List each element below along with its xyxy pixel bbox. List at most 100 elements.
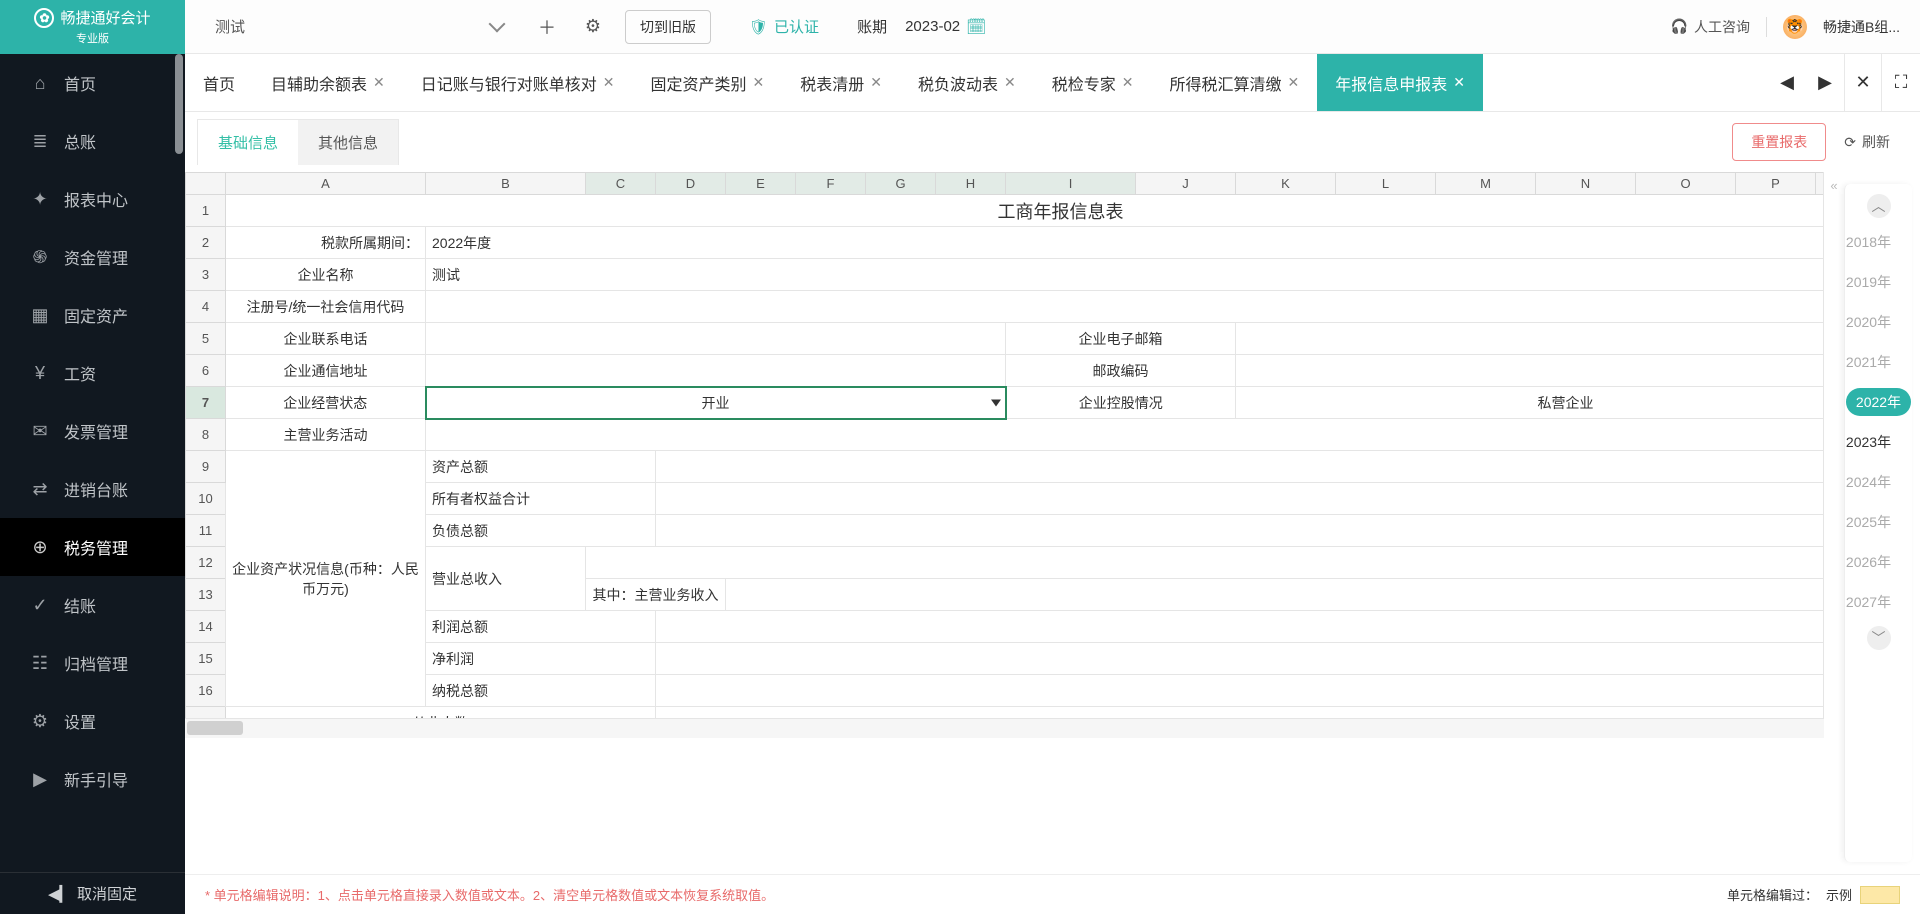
col-header-N[interactable]: N — [1536, 173, 1636, 195]
col-header-P[interactable]: P — [1736, 173, 1816, 195]
row-header[interactable]: 7 — [186, 387, 226, 419]
tab-2[interactable]: 日记账与银行对账单核对✕ — [403, 54, 633, 111]
value-owner-equity[interactable] — [656, 483, 1825, 515]
col-header-M[interactable]: M — [1436, 173, 1536, 195]
sidebar-item-12[interactable]: ▶新手引导 — [0, 750, 185, 808]
close-icon[interactable]: ✕ — [603, 74, 615, 91]
unpin-button[interactable]: ◀▎ 取消固定 — [0, 872, 185, 914]
value-holding[interactable]: 私营企业 — [1236, 387, 1825, 419]
col-header-F[interactable]: F — [796, 173, 866, 195]
col-header-I[interactable]: I — [1006, 173, 1136, 195]
tab-5[interactable]: 税负波动表✕ — [900, 54, 1034, 111]
row-header[interactable]: 13 — [186, 579, 226, 611]
add-icon[interactable]: ＋ — [533, 13, 561, 41]
year-2023年[interactable]: 2023年 — [1846, 422, 1911, 462]
row-header[interactable]: 2 — [186, 227, 226, 259]
row-header[interactable]: 8 — [186, 419, 226, 451]
year-2024年[interactable]: 2024年 — [1846, 462, 1911, 502]
row-header[interactable]: 1 — [186, 195, 226, 227]
year-2027年[interactable]: 2027年 — [1846, 582, 1911, 622]
tab-0[interactable]: 首页 — [185, 54, 253, 111]
col-header-E[interactable]: E — [726, 173, 796, 195]
row-header[interactable]: 4 — [186, 291, 226, 323]
company-selector[interactable]: 测试 — [215, 16, 515, 37]
col-header-C[interactable]: C — [586, 173, 656, 195]
value-main-biz[interactable] — [426, 419, 1825, 451]
row-header[interactable]: 3 — [186, 259, 226, 291]
row-header[interactable]: 16 — [186, 675, 226, 707]
col-header-B[interactable]: B — [426, 173, 586, 195]
year-2026年[interactable]: 2026年 — [1846, 542, 1911, 582]
sidebar-item-3[interactable]: ֍资金管理 — [0, 228, 185, 286]
value-zip[interactable] — [1236, 355, 1825, 387]
value-tax[interactable] — [656, 675, 1825, 707]
row-header[interactable]: 5 — [186, 323, 226, 355]
spreadsheet[interactable]: ABCDEFGHIJKLMNOPQ 1工商年报信息表 2税款所属期间：2022年… — [185, 172, 1824, 874]
collapse-year-panel[interactable]: « — [1824, 172, 1844, 874]
tab-7[interactable]: 所得税汇算清缴✕ — [1152, 54, 1318, 111]
year-up-icon[interactable]: ︿ — [1867, 194, 1891, 218]
old-version-button[interactable]: 切到旧版 — [625, 10, 711, 44]
sidebar-item-0[interactable]: ⌂首页 — [0, 54, 185, 112]
close-icon[interactable]: ✕ — [1288, 74, 1300, 91]
value-reg-code[interactable] — [426, 291, 1825, 323]
sidebar-item-5[interactable]: ¥工资 — [0, 344, 185, 402]
col-header-L[interactable]: L — [1336, 173, 1436, 195]
refresh-button[interactable]: ⟳ 刷新 — [1844, 132, 1890, 152]
value-profit[interactable] — [656, 611, 1825, 643]
value-employees[interactable]: 0 — [656, 707, 1825, 719]
close-icon[interactable]: ✕ — [1004, 74, 1016, 91]
value-address[interactable] — [426, 355, 1006, 387]
status-dropdown[interactable]: 开业 — [426, 387, 1006, 419]
value-phone[interactable] — [426, 323, 1006, 355]
year-2021年[interactable]: 2021年 — [1846, 342, 1911, 382]
year-2018年[interactable]: 2018年 — [1846, 222, 1911, 262]
col-header-J[interactable]: J — [1136, 173, 1236, 195]
col-header-G[interactable]: G — [866, 173, 936, 195]
reset-report-button[interactable]: 重置报表 — [1732, 123, 1826, 161]
row-header[interactable]: 11 — [186, 515, 226, 547]
row-header[interactable]: 9 — [186, 451, 226, 483]
gear-icon[interactable]: ⚙ — [579, 13, 607, 41]
tab-3[interactable]: 固定资产类别✕ — [633, 54, 783, 111]
value-main-revenue[interactable] — [726, 579, 1825, 611]
select-all-cell[interactable] — [186, 173, 226, 195]
year-2020年[interactable]: 2020年 — [1846, 302, 1911, 342]
sidebar-item-1[interactable]: ≣总账 — [0, 112, 185, 170]
tab-6[interactable]: 税检专家✕ — [1034, 54, 1152, 111]
col-header-D[interactable]: D — [656, 173, 726, 195]
tab-8[interactable]: 年报信息申报表✕ — [1317, 54, 1483, 111]
inner-tab-1[interactable]: 其他信息 — [298, 120, 398, 165]
user-name[interactable]: 畅捷通B组... — [1823, 17, 1900, 37]
row-header[interactable]: 15 — [186, 643, 226, 675]
col-header-A[interactable]: A — [226, 173, 426, 195]
close-icon[interactable]: ✕ — [870, 74, 882, 91]
row-header[interactable]: 14 — [186, 611, 226, 643]
tab-scroll-left[interactable]: ◀ — [1768, 54, 1806, 111]
sidebar-item-8[interactable]: ⊕税务管理 — [0, 518, 185, 576]
row-header[interactable]: 10 — [186, 483, 226, 515]
close-icon[interactable]: ✕ — [373, 74, 385, 91]
year-2019年[interactable]: 2019年 — [1846, 262, 1911, 302]
value-company-name[interactable]: 测试 — [426, 259, 1825, 291]
col-header-H[interactable]: H — [936, 173, 1006, 195]
consult-button[interactable]: 🎧 人工咨询 — [1671, 17, 1750, 37]
value-liabilities[interactable] — [656, 515, 1825, 547]
value-net-profit[interactable] — [656, 643, 1825, 675]
year-2022年[interactable]: 2022年 — [1846, 388, 1911, 416]
avatar[interactable]: 🐯 — [1783, 15, 1807, 39]
value-revenue[interactable] — [586, 547, 1825, 579]
close-icon[interactable]: ✕ — [1453, 74, 1465, 91]
inner-tab-0[interactable]: 基础信息 — [198, 120, 298, 165]
tab-1[interactable]: 目辅助余额表✕ — [253, 54, 403, 111]
tab-4[interactable]: 税表清册✕ — [782, 54, 900, 111]
value-email[interactable] — [1236, 323, 1825, 355]
tab-close-all[interactable]: ✕ — [1844, 54, 1882, 111]
col-header-O[interactable]: O — [1636, 173, 1736, 195]
year-2025年[interactable]: 2025年 — [1846, 502, 1911, 542]
sidebar-item-11[interactable]: ⚙设置 — [0, 692, 185, 750]
sidebar-item-4[interactable]: ▦固定资产 — [0, 286, 185, 344]
row-header[interactable]: 17 — [186, 707, 226, 719]
close-icon[interactable]: ✕ — [1122, 74, 1134, 91]
value-total-assets[interactable] — [656, 451, 1825, 483]
